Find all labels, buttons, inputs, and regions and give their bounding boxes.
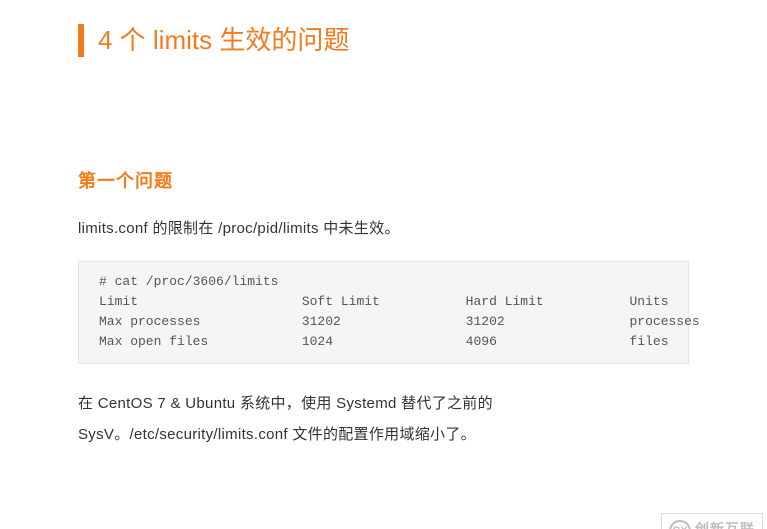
- watermark-text: 创新互联: [695, 522, 755, 529]
- page-title: 4 个 limits 生效的问题: [78, 24, 689, 57]
- code-block: # cat /proc/3606/limits Limit Soft Limit…: [78, 261, 689, 364]
- watermark-icon: CX: [669, 520, 691, 529]
- section-title: 第一个问题: [78, 167, 689, 193]
- after-paragraph: 在 CentOS 7 & Ubuntu 系统中，使用 Systemd 替代了之前…: [78, 388, 689, 451]
- intro-paragraph: limits.conf 的限制在 /proc/pid/limits 中未生效。: [78, 215, 689, 244]
- watermark-badge: CX 创新互联 CXHLCOM: [661, 513, 763, 529]
